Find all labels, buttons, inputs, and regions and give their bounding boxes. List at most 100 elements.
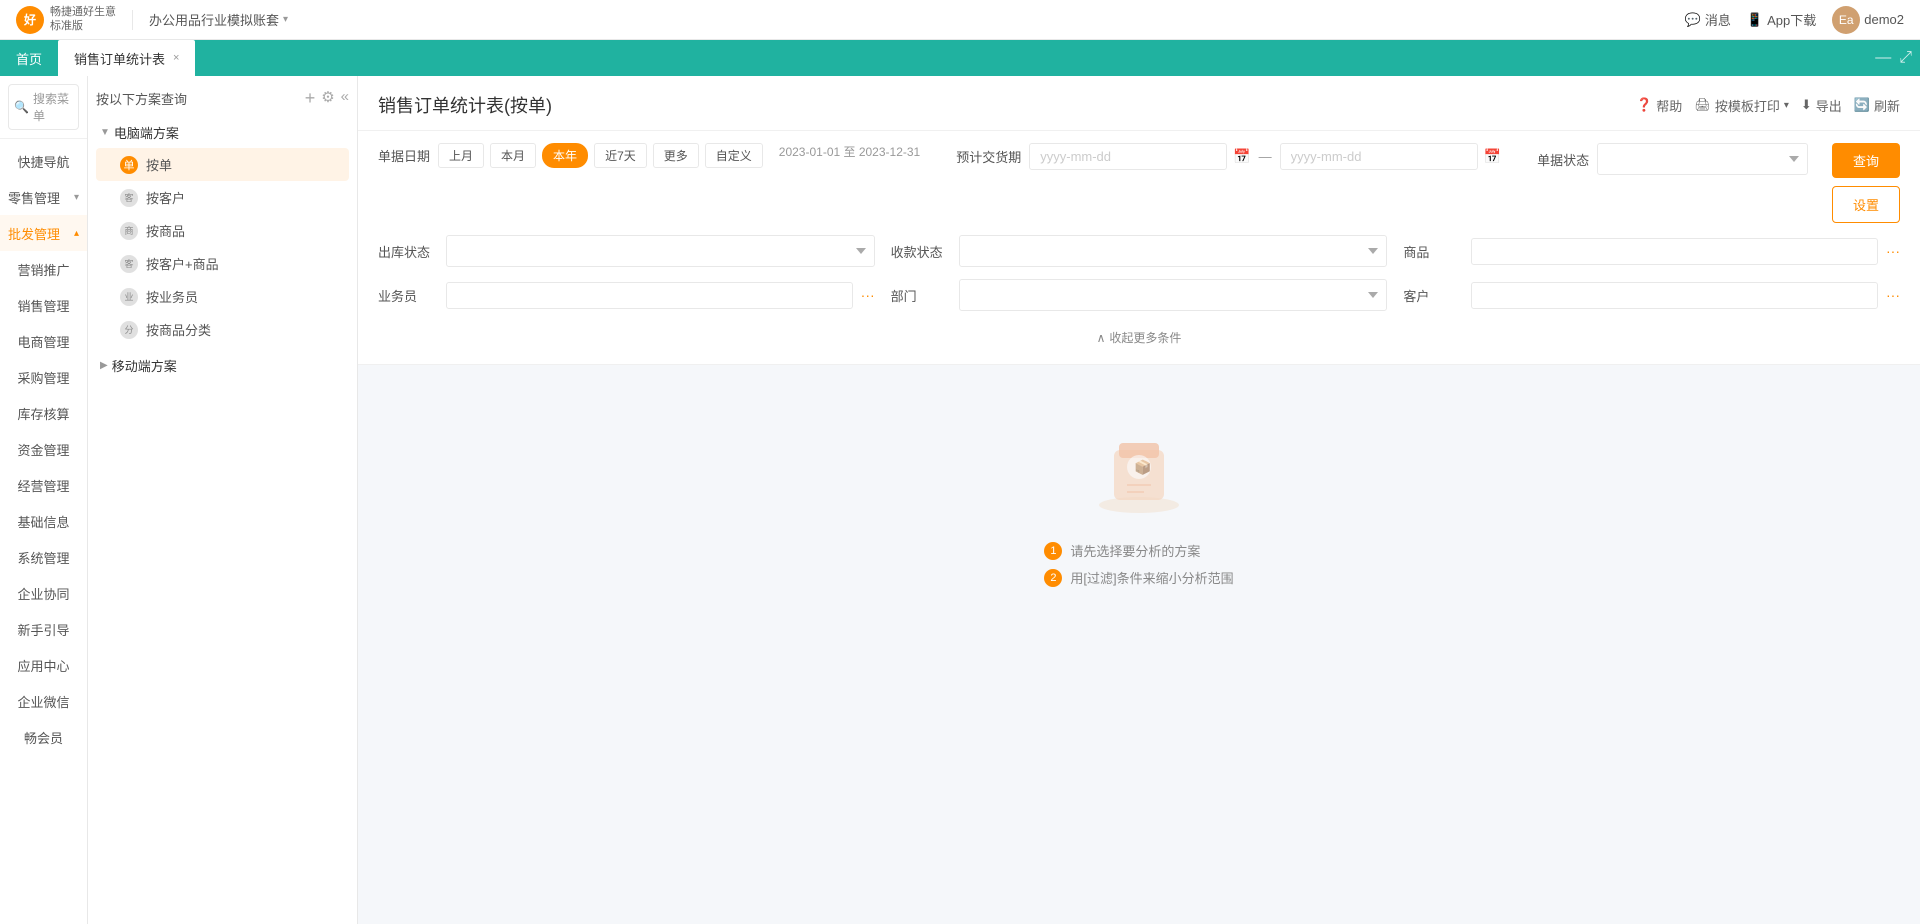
search-menu-btn[interactable]: 🔍 搜索菜单	[8, 84, 79, 130]
delivery-status-select[interactable]	[446, 235, 875, 267]
customer-ellipsis-btn[interactable]: ···	[1886, 287, 1900, 303]
dept-label: 部门	[891, 286, 951, 305]
payment-status-col: 收款状态	[891, 235, 1388, 267]
date-separator: —	[1259, 149, 1272, 164]
date-filter-section: 单据日期 上月 本月 本年 近7天 更多 自定义	[378, 143, 763, 168]
action-buttons: 查询 设置	[1832, 143, 1900, 223]
minimize-btn[interactable]: —	[1875, 49, 1891, 67]
date-range-info: 2023-01-01 至 2023-12-31	[779, 143, 920, 160]
tab-sales-order-stats[interactable]: 销售订单统计表 ×	[58, 40, 195, 76]
print-template-btn[interactable]: 🖨 按模板打印 ▾	[1694, 96, 1789, 115]
sidebar-item-wechat[interactable]: 企业微信	[0, 683, 87, 719]
sidebar-item-newbie[interactable]: 新手引导	[0, 611, 87, 647]
logo-icon: 好	[16, 6, 44, 34]
filter-row-3: 业务员 ··· 部门 客户 ···	[378, 279, 1900, 311]
goods-input[interactable]	[1471, 238, 1878, 265]
scheme-icon-by-category: 分	[120, 321, 138, 339]
sidebar-item-finance[interactable]: 资金管理	[0, 431, 87, 467]
calendar-from-icon[interactable]: 📅	[1233, 148, 1250, 165]
payment-status-label: 收款状态	[891, 242, 951, 261]
dept-col: 部门	[891, 279, 1388, 311]
goods-ellipsis-btn[interactable]: ···	[1886, 243, 1900, 259]
add-scheme-btn[interactable]: +	[305, 88, 316, 109]
expected-date-from-input[interactable]	[1029, 143, 1227, 170]
settings-scheme-btn[interactable]: ⚙	[321, 88, 334, 109]
sidebar-item-retail[interactable]: 零售管理 ▾	[0, 179, 87, 215]
sidebar-item-enterprise[interactable]: 企业协同	[0, 575, 87, 611]
sidebar-item-system[interactable]: 系统管理	[0, 539, 87, 575]
sidebar-item-member[interactable]: 畅会员	[0, 719, 87, 755]
scheme-item-by-customer[interactable]: 客 按客户	[96, 181, 349, 214]
date-btn-7days[interactable]: 近7天	[594, 143, 647, 168]
salesperson-input[interactable]	[446, 282, 853, 309]
sidebar-item-app-center[interactable]: 应用中心	[0, 647, 87, 683]
status-select[interactable]	[1597, 143, 1808, 175]
user-profile[interactable]: Ea demo2	[1832, 6, 1904, 34]
message-icon: 💬	[1685, 12, 1701, 28]
sidebar-item-marketing[interactable]: 营销推广	[0, 251, 87, 287]
salesperson-ellipsis-btn[interactable]: ···	[861, 287, 875, 303]
delivery-status-col: 出库状态	[378, 235, 875, 267]
sidebar-item-quick-nav[interactable]: 快捷导航	[0, 143, 87, 179]
expected-date-to: 📅	[1280, 143, 1501, 170]
empty-tips: 1 请先选择要分析的方案 2 用[过滤]条件来缩小分析范围	[1044, 541, 1233, 587]
collapse-filter-btn[interactable]: ∧ 收起更多条件	[378, 323, 1900, 352]
main-scroll-area: 📦 1 请先选择要分析的方案 2 用[过滤]条件来缩小分析范围	[358, 365, 1920, 924]
payment-status-select[interactable]	[959, 235, 1388, 267]
refresh-btn[interactable]: 🔄 刷新	[1854, 96, 1900, 115]
sidebar-item-ecommerce[interactable]: 电商管理	[0, 323, 87, 359]
collapse-icon: ∧	[1097, 331, 1106, 345]
customer-label: 客户	[1403, 286, 1463, 305]
wholesale-expand-icon: ▴	[74, 228, 79, 239]
expected-date-to-input[interactable]	[1280, 143, 1478, 170]
scheme-group-mobile-header[interactable]: ▶ 移动端方案	[96, 350, 349, 381]
customer-input[interactable]	[1471, 282, 1878, 309]
scheme-icon-by-goods: 商	[120, 222, 138, 240]
scheme-item-by-order[interactable]: 单 按单	[96, 148, 349, 181]
date-btn-this-month[interactable]: 本月	[490, 143, 536, 168]
topbar: 好 畅捷通好生意 标准版 办公用品行业模拟账套 ▾ 💬 消息 📱 App下载 E…	[0, 0, 1920, 40]
app-download-btn[interactable]: 📱 App下载	[1747, 10, 1816, 29]
title-arrow-icon[interactable]: ▾	[283, 14, 288, 25]
sidebar-item-basic[interactable]: 基础信息	[0, 503, 87, 539]
sidebar-item-inventory[interactable]: 库存核算	[0, 395, 87, 431]
date-btn-group: 上月 本月 本年 近7天 更多 自定义	[438, 143, 763, 168]
calendar-to-icon[interactable]: 📅	[1484, 148, 1501, 165]
date-range-text: 2023-01-01 至 2023-12-31	[779, 143, 920, 160]
message-btn[interactable]: 💬 消息	[1685, 10, 1731, 29]
expected-date-section: 预计交货期 📅 — 📅	[956, 143, 1501, 170]
scheme-item-by-goods[interactable]: 商 按商品	[96, 214, 349, 247]
sidebar-item-purchase[interactable]: 采购管理	[0, 359, 87, 395]
maximize-btn[interactable]: ⤢	[1899, 49, 1912, 67]
print-arrow-icon: ▾	[1784, 100, 1789, 111]
customer-col: 客户 ···	[1403, 282, 1900, 309]
export-icon: ⬇	[1801, 97, 1812, 113]
dept-select[interactable]	[959, 279, 1388, 311]
topbar-right: 💬 消息 📱 App下载 Ea demo2	[1685, 6, 1904, 34]
group-mobile-arrow-icon: ▶	[100, 360, 108, 371]
query-button[interactable]: 查询	[1832, 143, 1900, 178]
tab-close-icon[interactable]: ×	[173, 52, 179, 64]
scheme-item-by-salesperson[interactable]: 业 按业务员	[96, 280, 349, 313]
export-btn[interactable]: ⬇ 导出	[1801, 96, 1842, 115]
tab-home[interactable]: 首页	[0, 40, 58, 76]
help-icon: ❓	[1636, 97, 1652, 113]
sidebar-item-sales[interactable]: 销售管理	[0, 287, 87, 323]
scheme-item-by-category[interactable]: 分 按商品分类	[96, 313, 349, 346]
reset-button[interactable]: 设置	[1832, 186, 1900, 223]
date-btn-more[interactable]: 更多	[653, 143, 699, 168]
filter-row-2: 出库状态 收款状态 商品 ···	[378, 235, 1900, 267]
help-btn[interactable]: ❓ 帮助	[1636, 96, 1682, 115]
sidebar-item-wholesale[interactable]: 批发管理 ▴	[0, 215, 87, 251]
date-btn-custom[interactable]: 自定义	[705, 143, 763, 168]
empty-tip-2: 2 用[过滤]条件来缩小分析范围	[1044, 568, 1233, 587]
date-btn-this-year[interactable]: 本年	[542, 143, 588, 168]
collapse-panel-btn[interactable]: «	[341, 88, 349, 109]
page-header-actions: ❓ 帮助 🖨 按模板打印 ▾ ⬇ 导出 🔄 刷新	[1636, 96, 1900, 115]
scheme-item-by-customer-goods[interactable]: 客 按客户+商品	[96, 247, 349, 280]
date-filter-label: 单据日期	[378, 146, 430, 165]
sidebar-item-operations[interactable]: 经营管理	[0, 467, 87, 503]
expected-date-from: 📅	[1029, 143, 1250, 170]
date-btn-last-month[interactable]: 上月	[438, 143, 484, 168]
scheme-group-pc-header[interactable]: ▼ 电脑端方案	[96, 117, 349, 148]
